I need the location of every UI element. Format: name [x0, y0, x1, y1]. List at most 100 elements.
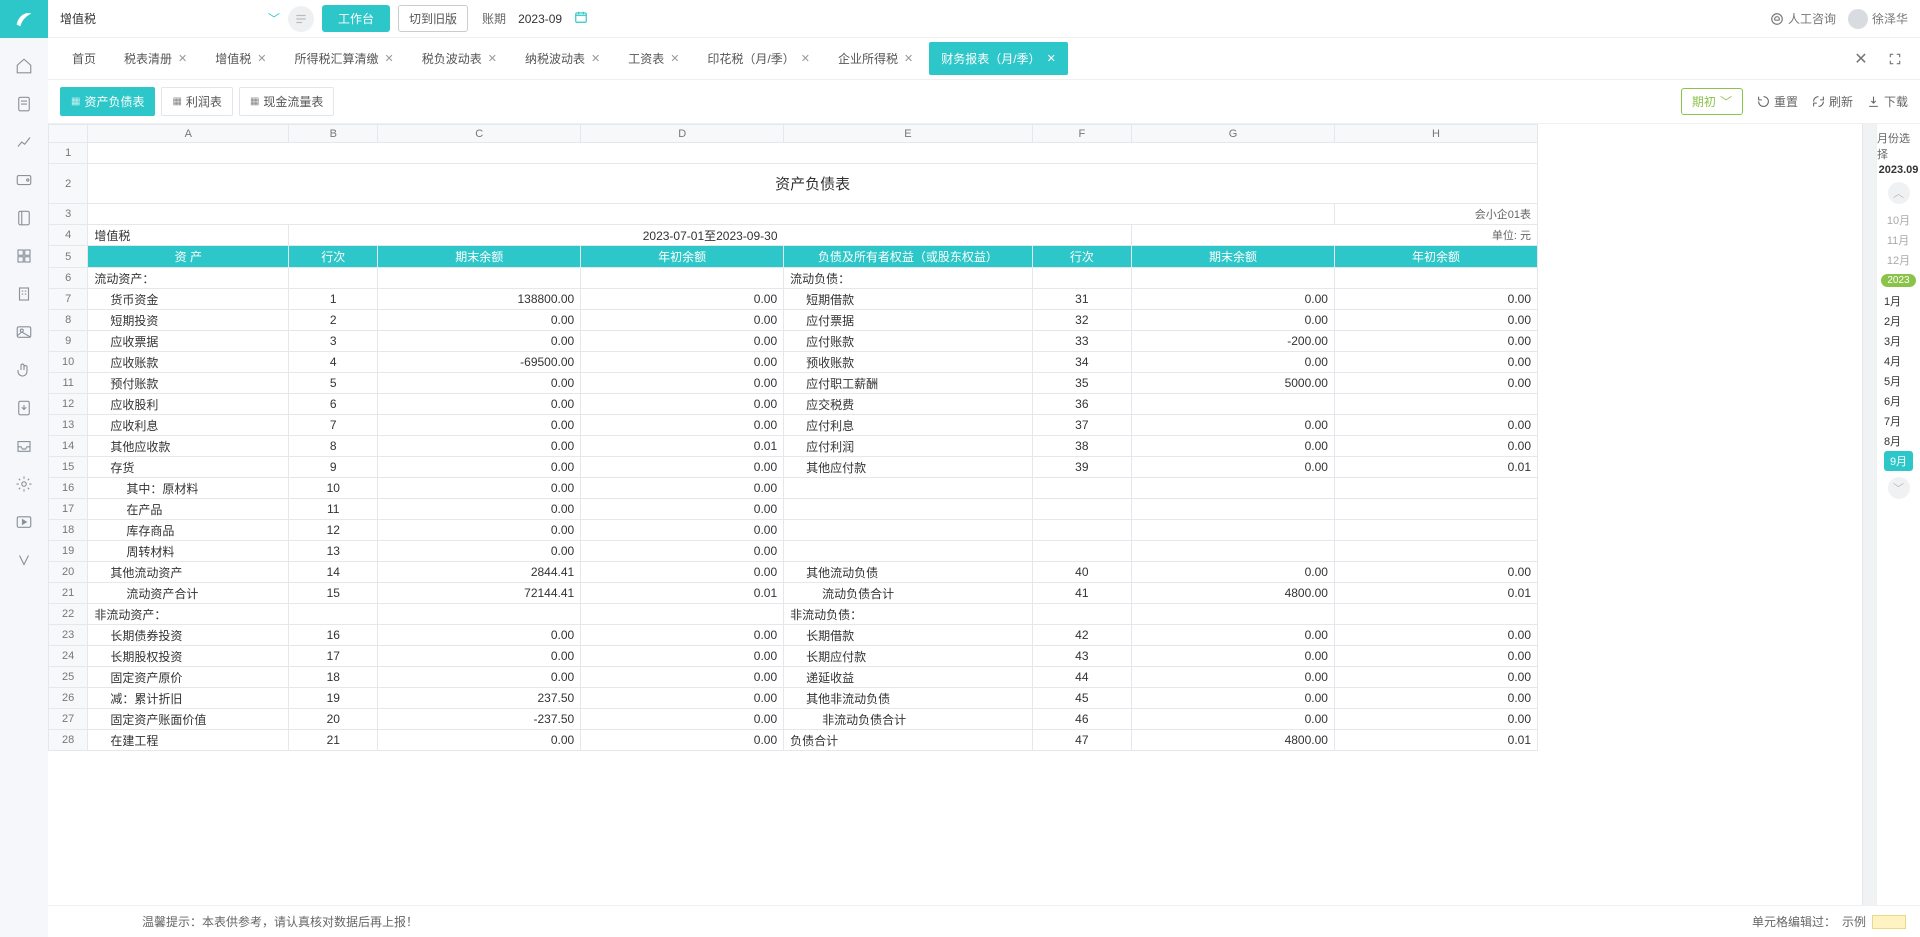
row-header[interactable]: 4: [49, 225, 88, 246]
cell[interactable]: 1: [289, 289, 378, 310]
org-cell[interactable]: 增值税: [88, 225, 289, 246]
cell[interactable]: 8: [289, 436, 378, 457]
month-option[interactable]: 9月: [1884, 451, 1913, 471]
cell[interactable]: 0.00: [581, 289, 784, 310]
subtab-现金流量表[interactable]: ▦现金流量表: [239, 87, 334, 116]
row-header[interactable]: 11: [49, 373, 88, 394]
cell[interactable]: 0.00: [378, 331, 581, 352]
cell[interactable]: 31: [1032, 289, 1131, 310]
switch-old-button[interactable]: 切到旧版: [398, 5, 468, 32]
cell[interactable]: 0.00: [1334, 667, 1537, 688]
cell[interactable]: 0.01: [1334, 583, 1537, 604]
row-header[interactable]: 2: [49, 164, 88, 204]
close-icon[interactable]: ✕: [1047, 52, 1056, 65]
row-header[interactable]: 20: [49, 562, 88, 583]
cell[interactable]: 减：累计折旧: [88, 688, 289, 709]
cell[interactable]: 应付账款: [784, 331, 1033, 352]
cell[interactable]: 44: [1032, 667, 1131, 688]
cell[interactable]: 固定资产原价: [88, 667, 289, 688]
workbench-button[interactable]: 工作台: [322, 5, 390, 32]
nav-v-icon[interactable]: [14, 550, 34, 570]
tab-印花税（月/季）[interactable]: 印花税（月/季）✕: [695, 42, 822, 75]
cell[interactable]: 43: [1032, 646, 1131, 667]
cell[interactable]: 39: [1032, 457, 1131, 478]
cell[interactable]: 0.00: [378, 415, 581, 436]
row-header[interactable]: 28: [49, 730, 88, 751]
cell[interactable]: 其他应收款: [88, 436, 289, 457]
close-icon[interactable]: ✕: [385, 52, 394, 65]
row-header[interactable]: 6: [49, 268, 88, 289]
cell[interactable]: 0.00: [581, 667, 784, 688]
cell[interactable]: 其他非流动负债: [784, 688, 1033, 709]
cell[interactable]: 长期股权投资: [88, 646, 289, 667]
cell[interactable]: 应付利润: [784, 436, 1033, 457]
cell[interactable]: 非流动负债合计: [784, 709, 1033, 730]
cell[interactable]: 0.00: [581, 499, 784, 520]
cell[interactable]: 0.00: [1132, 289, 1335, 310]
cell[interactable]: 0.00: [581, 457, 784, 478]
cell[interactable]: 0.00: [1334, 625, 1537, 646]
cell[interactable]: 0.00: [1132, 625, 1335, 646]
cell[interactable]: 0.00: [378, 310, 581, 331]
close-icon[interactable]: ✕: [801, 52, 810, 65]
cell[interactable]: 应收股利: [88, 394, 289, 415]
cell[interactable]: 0.00: [1334, 436, 1537, 457]
row-header[interactable]: 26: [49, 688, 88, 709]
tab-增值税[interactable]: 增值税✕: [203, 42, 278, 75]
cell[interactable]: 长期债券投资: [88, 625, 289, 646]
cell[interactable]: [784, 541, 1033, 562]
month-option[interactable]: 8月: [1884, 431, 1913, 451]
cell[interactable]: 0.00: [581, 352, 784, 373]
cell[interactable]: 其他流动资产: [88, 562, 289, 583]
cell[interactable]: 长期借款: [784, 625, 1033, 646]
cell[interactable]: 12: [289, 520, 378, 541]
month-option[interactable]: 10月: [1887, 210, 1910, 230]
fullscreen-icon[interactable]: [1882, 46, 1908, 72]
month-option[interactable]: 6月: [1884, 391, 1913, 411]
nav-ledger-icon[interactable]: [14, 208, 34, 228]
cell[interactable]: 流动资产：: [88, 268, 289, 289]
cell[interactable]: 0.00: [378, 457, 581, 478]
nav-grid-icon[interactable]: [14, 246, 34, 266]
cell[interactable]: 0.00: [581, 562, 784, 583]
cell[interactable]: 34: [1032, 352, 1131, 373]
cell[interactable]: 138800.00: [378, 289, 581, 310]
cell[interactable]: 0.00: [378, 394, 581, 415]
row-header[interactable]: 13: [49, 415, 88, 436]
cell[interactable]: [784, 499, 1033, 520]
download-button[interactable]: 下载: [1867, 93, 1908, 110]
month-option[interactable]: 3月: [1884, 331, 1913, 351]
cell[interactable]: 其中：原材料: [88, 478, 289, 499]
cell[interactable]: 0.00: [581, 520, 784, 541]
cell[interactable]: 0.00: [1334, 310, 1537, 331]
cell[interactable]: 33: [1032, 331, 1131, 352]
cell[interactable]: 0.00: [581, 331, 784, 352]
row-header[interactable]: 1: [49, 143, 88, 164]
nav-home-icon[interactable]: [14, 56, 34, 76]
row-header[interactable]: 7: [49, 289, 88, 310]
month-option[interactable]: 11月: [1887, 230, 1910, 250]
cell[interactable]: 固定资产账面价值: [88, 709, 289, 730]
cell[interactable]: 40: [1032, 562, 1131, 583]
cell[interactable]: 4: [289, 352, 378, 373]
nav-export-icon[interactable]: [14, 398, 34, 418]
cell[interactable]: 应付票据: [784, 310, 1033, 331]
row-header[interactable]: 25: [49, 667, 88, 688]
cell[interactable]: [1334, 478, 1537, 499]
cell[interactable]: 流动资产合计: [88, 583, 289, 604]
cell[interactable]: [784, 478, 1033, 499]
close-icon[interactable]: ✕: [904, 52, 913, 65]
cell[interactable]: 20: [289, 709, 378, 730]
cell[interactable]: 0.00: [378, 625, 581, 646]
nav-video-icon[interactable]: [14, 512, 34, 532]
row-header[interactable]: 8: [49, 310, 88, 331]
cell[interactable]: 预收账款: [784, 352, 1033, 373]
row-header[interactable]: 10: [49, 352, 88, 373]
cell[interactable]: 0.00: [378, 667, 581, 688]
cell[interactable]: 19: [289, 688, 378, 709]
month-option[interactable]: 2月: [1884, 311, 1913, 331]
cell[interactable]: 0.00: [378, 436, 581, 457]
cell[interactable]: 0.00: [581, 625, 784, 646]
cell[interactable]: 0.00: [581, 541, 784, 562]
cell[interactable]: 0.00: [1132, 667, 1335, 688]
